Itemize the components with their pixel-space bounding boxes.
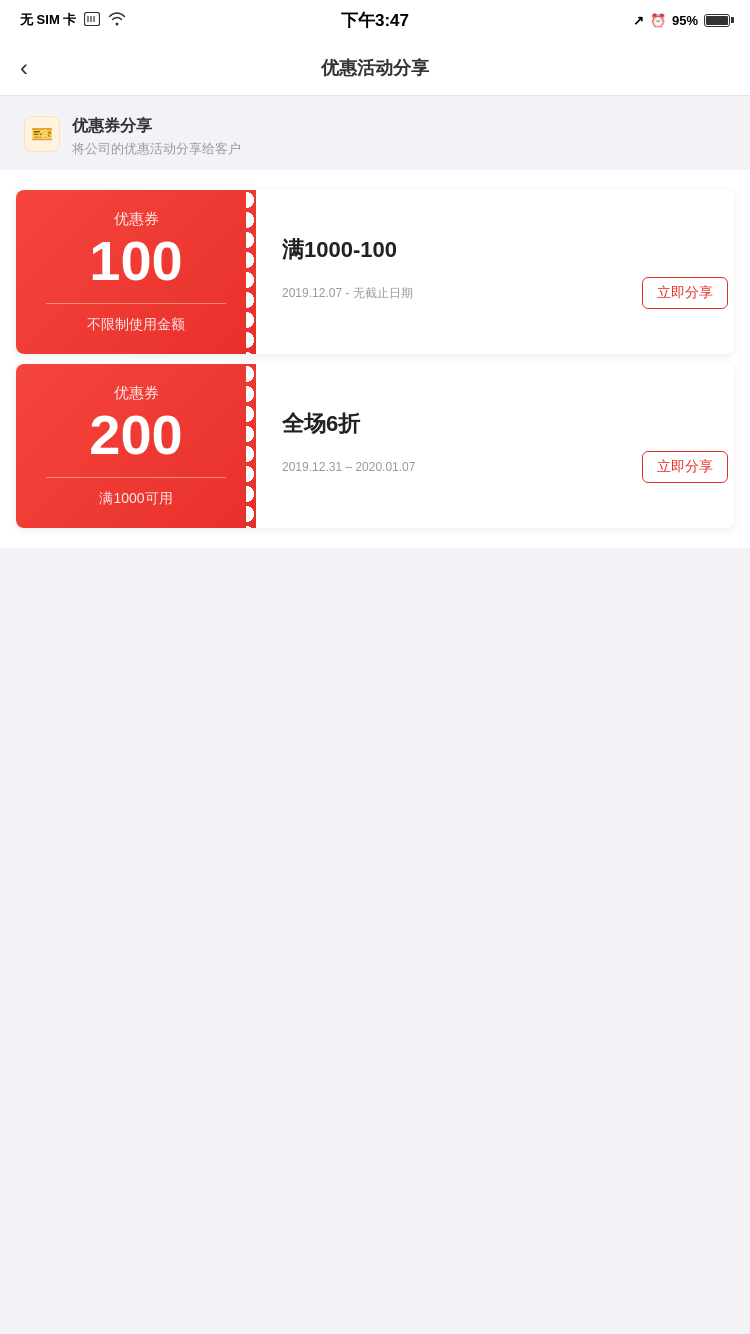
coupon-right-1: 满1000-100 2019.12.07 - 无截止日期 立即分享 xyxy=(266,190,734,354)
coupon-right-2: 全场6折 2019.12.31 – 2020.01.07 立即分享 xyxy=(266,364,734,528)
coupon-label-2: 优惠券 xyxy=(114,384,159,403)
coupon-date-1: 2019.12.07 - 无截止日期 xyxy=(282,285,634,302)
coupon-amount-2: 200 xyxy=(89,407,182,463)
location-icon: ↗ xyxy=(633,13,644,28)
coupon-condition-2: 满1000可用 xyxy=(99,490,172,508)
coupon-name-1: 满1000-100 xyxy=(282,235,728,265)
section-header: 🎫 优惠券分享 将公司的优惠活动分享给客户 xyxy=(0,96,750,170)
share-button-2[interactable]: 立即分享 xyxy=(642,451,728,483)
page-title: 优惠活动分享 xyxy=(321,56,429,80)
status-left: 无 SIM 卡 xyxy=(20,11,126,29)
battery-icon xyxy=(704,14,730,27)
coupons-container: 优惠券 100 不限制使用金额 满1000-100 2019.12.07 - 无… xyxy=(0,170,750,548)
bottom-area xyxy=(0,548,750,1048)
coupon-meta-2: 2019.12.31 – 2020.01.07 立即分享 xyxy=(282,451,728,483)
share-button-1[interactable]: 立即分享 xyxy=(642,277,728,309)
wifi-icon xyxy=(108,12,126,29)
alarm-icon: ⏰ xyxy=(650,13,666,28)
section-subtitle: 将公司的优惠活动分享给客户 xyxy=(72,140,241,158)
status-right: ↗ ⏰ 95% xyxy=(633,13,730,28)
coupon-left-1: 优惠券 100 不限制使用金额 xyxy=(16,190,256,354)
carrier-text: 无 SIM 卡 xyxy=(20,11,76,29)
coupon-amount-1: 100 xyxy=(89,233,182,289)
sim-icon xyxy=(84,12,100,29)
coupon-name-2: 全场6折 xyxy=(282,409,728,439)
coupon-label-1: 优惠券 xyxy=(114,210,159,229)
nav-bar: ‹ 优惠活动分享 xyxy=(0,40,750,96)
coupon-card-2: 优惠券 200 满1000可用 全场6折 2019.12.31 – 2020.0… xyxy=(16,364,734,528)
section-icon: 🎫 xyxy=(24,116,60,152)
status-time: 下午3:47 xyxy=(341,9,409,32)
coupon-divider-2 xyxy=(46,477,226,478)
status-bar: 无 SIM 卡 下午3:47 ↗ ⏰ 95% xyxy=(0,0,750,40)
coupon-divider-1 xyxy=(46,303,226,304)
section-title: 优惠券分享 xyxy=(72,116,241,137)
coupon-date-2: 2019.12.31 – 2020.01.07 xyxy=(282,460,634,474)
coupon-left-2: 优惠券 200 满1000可用 xyxy=(16,364,256,528)
coupon-meta-1: 2019.12.07 - 无截止日期 立即分享 xyxy=(282,277,728,309)
back-button[interactable]: ‹ xyxy=(20,56,28,80)
battery-pct: 95% xyxy=(672,13,698,28)
coupon-condition-1: 不限制使用金额 xyxy=(87,316,185,334)
coupon-card-1: 优惠券 100 不限制使用金额 满1000-100 2019.12.07 - 无… xyxy=(16,190,734,354)
svg-rect-0 xyxy=(85,12,100,25)
section-text: 优惠券分享 将公司的优惠活动分享给客户 xyxy=(72,116,241,158)
